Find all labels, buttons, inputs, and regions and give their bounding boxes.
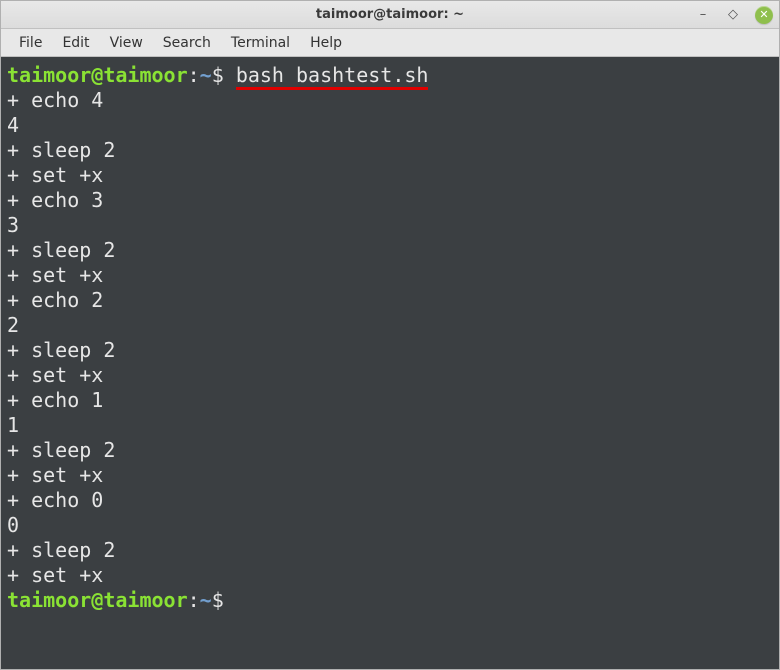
prompt-path: ~ bbox=[200, 63, 212, 87]
output-line: + set +x bbox=[7, 363, 773, 388]
output-line: 2 bbox=[7, 313, 773, 338]
menu-edit[interactable]: Edit bbox=[52, 31, 99, 55]
output-line: + echo 3 bbox=[7, 188, 773, 213]
output-line: + sleep 2 bbox=[7, 338, 773, 363]
menubar: File Edit View Search Terminal Help bbox=[1, 29, 779, 57]
output-line: + set +x bbox=[7, 463, 773, 488]
output-line: + sleep 2 bbox=[7, 438, 773, 463]
output-line: + echo 1 bbox=[7, 388, 773, 413]
menu-view[interactable]: View bbox=[100, 31, 153, 55]
window-title: taimoor@taimoor: ~ bbox=[316, 7, 464, 22]
output-line: 4 bbox=[7, 113, 773, 138]
menu-search[interactable]: Search bbox=[153, 31, 221, 55]
output-line: 3 bbox=[7, 213, 773, 238]
output-line: + echo 4 bbox=[7, 88, 773, 113]
prompt-user-host: taimoor@taimoor bbox=[7, 588, 188, 612]
menu-file[interactable]: File bbox=[9, 31, 52, 55]
prompt-colon: : bbox=[188, 63, 200, 87]
underline-icon bbox=[236, 87, 429, 90]
output-line: + set +x bbox=[7, 263, 773, 288]
prompt-sigil: $ bbox=[212, 588, 224, 612]
titlebar-controls: – ◇ ✕ bbox=[695, 1, 773, 28]
output-line: + sleep 2 bbox=[7, 138, 773, 163]
output-line: + set +x bbox=[7, 563, 773, 588]
output-line: 1 bbox=[7, 413, 773, 438]
output-line: + echo 0 bbox=[7, 488, 773, 513]
maximize-button[interactable]: ◇ bbox=[725, 7, 741, 23]
prompt-colon: : bbox=[188, 588, 200, 612]
prompt-line: taimoor@taimoor:~$ bbox=[7, 588, 773, 613]
terminal-window: taimoor@taimoor: ~ – ◇ ✕ File Edit View … bbox=[0, 0, 780, 670]
output-line: + sleep 2 bbox=[7, 238, 773, 263]
titlebar: taimoor@taimoor: ~ – ◇ ✕ bbox=[1, 1, 779, 29]
output-line: + echo 2 bbox=[7, 288, 773, 313]
minimize-button[interactable]: – bbox=[695, 7, 711, 23]
output-line: + sleep 2 bbox=[7, 538, 773, 563]
close-button[interactable]: ✕ bbox=[755, 6, 773, 24]
menu-terminal[interactable]: Terminal bbox=[221, 31, 300, 55]
output-line: + set +x bbox=[7, 163, 773, 188]
entered-command: bash bashtest.sh bbox=[236, 63, 429, 87]
command-line: taimoor@taimoor:~$ bash bashtest.sh bbox=[7, 63, 773, 88]
prompt-user-host: taimoor@taimoor bbox=[7, 63, 188, 87]
menu-help[interactable]: Help bbox=[300, 31, 352, 55]
output-line: 0 bbox=[7, 513, 773, 538]
prompt-sigil: $ bbox=[212, 63, 224, 87]
terminal-area[interactable]: taimoor@taimoor:~$ bash bashtest.sh+ ech… bbox=[1, 57, 779, 669]
prompt-path: ~ bbox=[200, 588, 212, 612]
